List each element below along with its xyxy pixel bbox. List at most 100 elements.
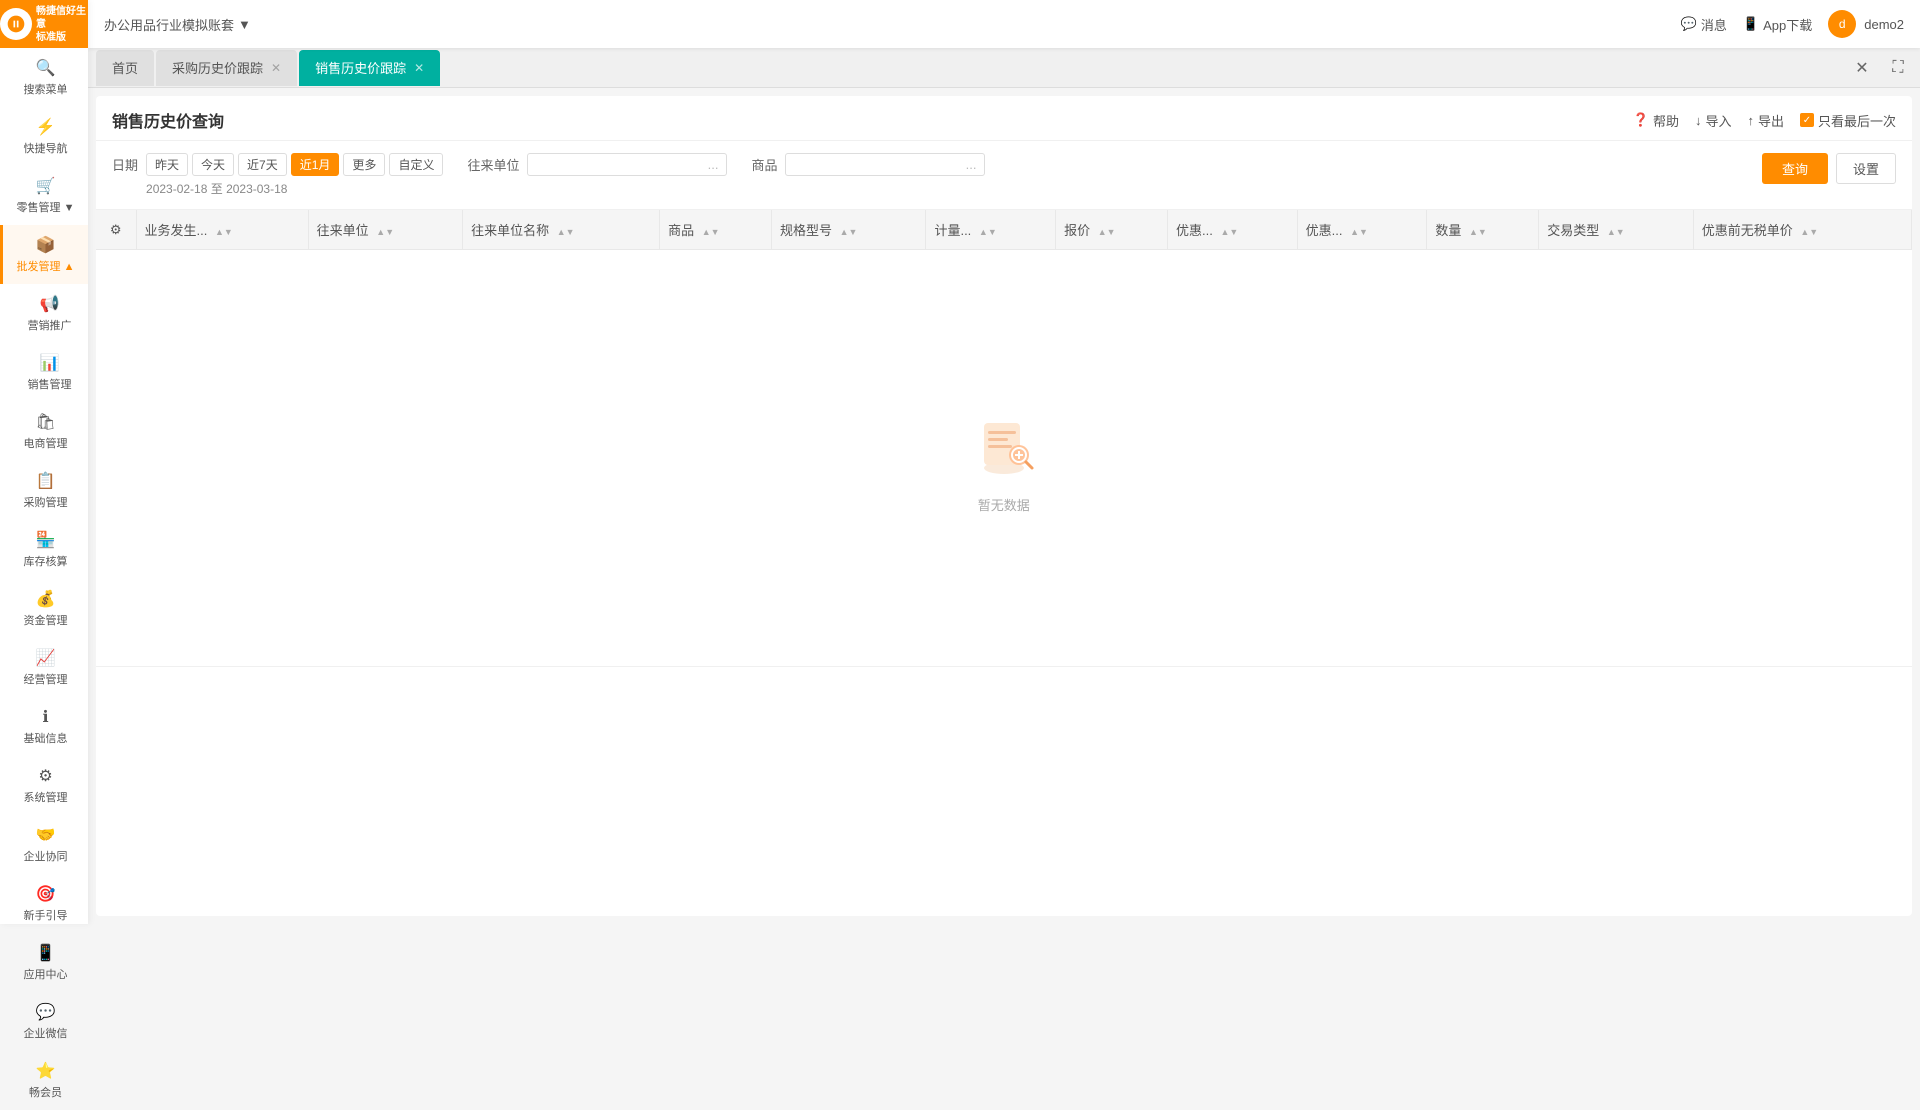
system-icon: ⚙: [38, 766, 52, 786]
date-btn-custom[interactable]: 自定义: [389, 153, 443, 176]
close-purchase-tab-icon[interactable]: ✕: [271, 61, 281, 75]
checkbox-checked-icon: ✓: [1800, 113, 1814, 127]
table-body: 暂无数据: [96, 250, 1912, 667]
wechat-icon: 💬: [36, 1002, 56, 1022]
sort-discount2-icon: ▲▼: [1350, 227, 1368, 237]
table-header-row: ⚙ 业务发生... ▲▼ 往来单位 ▲▼ 往来单位名称 ▲: [96, 210, 1912, 250]
user-area[interactable]: d demo2: [1828, 10, 1904, 38]
date-btn-1month[interactable]: 近1月: [291, 153, 340, 176]
col-partner-code[interactable]: 往来单位 ▲▼: [308, 210, 462, 250]
sidebar-item-ecommerce[interactable]: 🛍 电商管理: [0, 402, 88, 461]
empty-state-row: 暂无数据: [96, 250, 1912, 667]
partner-input[interactable]: ...: [527, 153, 727, 176]
page-header-actions: ❓ 帮助 ↓ 导入 ↑ 导出 ✓ 只看最后一次: [1633, 111, 1896, 130]
partner-filter-group: 往来单位 ...: [467, 153, 727, 176]
settings-button[interactable]: 设置: [1836, 153, 1896, 184]
data-table: ⚙ 业务发生... ▲▼ 往来单位 ▲▼ 往来单位名称 ▲: [96, 210, 1912, 667]
basic-info-icon: ℹ: [42, 707, 48, 727]
col-biz-date[interactable]: 业务发生... ▲▼: [136, 210, 308, 250]
page-container: 销售历史价查询 ❓ 帮助 ↓ 导入 ↑ 导出 ✓: [96, 96, 1912, 916]
topbar-left: 办公用品行业模拟账套 ▼: [104, 15, 1681, 34]
help-icon: ❓: [1633, 112, 1649, 128]
sidebar-item-marketing[interactable]: 📢 营销推广: [0, 284, 88, 343]
tab-home[interactable]: 首页: [96, 50, 154, 86]
tab-purchase-history[interactable]: 采购历史价跟踪 ✕: [156, 50, 297, 86]
tabbar-actions: ✕ ⛶: [1848, 54, 1912, 82]
sidebar-item-basic-info[interactable]: ℹ 基础信息: [0, 697, 88, 756]
col-discount2[interactable]: 优惠... ▲▼: [1297, 210, 1427, 250]
sidebar-item-search[interactable]: 🔍 搜索菜单: [0, 48, 88, 107]
date-btn-7days[interactable]: 近7天: [238, 153, 287, 176]
sort-spec-icon: ▲▼: [840, 227, 858, 237]
date-label: 日期: [112, 153, 138, 174]
sidebar-item-quick-nav[interactable]: ⚡ 快捷导航: [0, 107, 88, 166]
app-download-button[interactable]: 📱 App下载: [1743, 15, 1812, 34]
sidebar-item-purchase[interactable]: 📋 采购管理: [0, 461, 88, 520]
inventory-icon: 🏪: [36, 530, 56, 550]
sidebar-item-apps[interactable]: 📱 应用中心: [0, 933, 88, 992]
sidebar-item-onboarding[interactable]: 🎯 新手引导: [0, 874, 88, 933]
col-partner-name[interactable]: 往来单位名称 ▲▼: [463, 210, 660, 250]
sort-tax-free-price-icon: ▲▼: [1800, 227, 1818, 237]
operation-icon: 📈: [36, 648, 56, 668]
sort-partner-name-icon: ▲▼: [557, 227, 575, 237]
sidebar-item-vip[interactable]: ⭐ 畅会员: [0, 1051, 88, 1110]
sort-unit-icon: ▲▼: [979, 227, 997, 237]
main-area: 办公用品行业模拟账套 ▼ 💬 消息 📱 App下载 d demo2 首页 采购历…: [88, 0, 1920, 924]
maximize-button[interactable]: ⛶: [1884, 54, 1912, 82]
sidebar-item-wholesale[interactable]: 📦 批发管理 ▲: [0, 225, 88, 284]
col-unit[interactable]: 计量... ▲▼: [926, 210, 1056, 250]
partner-input-dots: ...: [708, 157, 719, 172]
product-filter-group: 商品 ...: [751, 153, 985, 176]
message-button[interactable]: 💬 消息: [1681, 15, 1727, 34]
col-spec[interactable]: 规格型号 ▲▼: [772, 210, 926, 250]
sidebar-item-sales-mgmt[interactable]: 📊 销售管理: [0, 343, 88, 402]
date-btn-more[interactable]: 更多: [343, 153, 385, 176]
col-quantity[interactable]: 数量 ▲▼: [1427, 210, 1539, 250]
sort-quantity-icon: ▲▼: [1469, 227, 1487, 237]
close-sales-tab-icon[interactable]: ✕: [414, 61, 424, 75]
sidebar-item-enterprise[interactable]: 🤝 企业协同: [0, 815, 88, 874]
query-button[interactable]: 查询: [1762, 153, 1828, 184]
company-selector[interactable]: 办公用品行业模拟账套 ▼: [104, 15, 255, 34]
col-trade-type[interactable]: 交易类型 ▲▼: [1539, 210, 1693, 250]
wholesale-icon: 📦: [36, 235, 56, 255]
only-last-checkbox[interactable]: ✓ 只看最后一次: [1800, 111, 1896, 130]
sort-biz-date-icon: ▲▼: [215, 227, 233, 237]
sort-partner-icon: ▲▼: [376, 227, 394, 237]
date-filter-group: 日期 昨天 今天 近7天 近1月 更多 自定义 2023-02-18 至 202…: [112, 153, 443, 197]
finance-icon: 💰: [36, 589, 56, 609]
date-btn-today[interactable]: 今天: [192, 153, 234, 176]
quick-nav-icon: ⚡: [36, 117, 56, 137]
sort-price-icon: ▲▼: [1098, 227, 1116, 237]
empty-state: 暂无数据: [104, 258, 1904, 658]
col-product[interactable]: 商品 ▲▼: [660, 210, 772, 250]
product-input[interactable]: ...: [785, 153, 985, 176]
partner-label: 往来单位: [467, 153, 519, 174]
export-icon: ↑: [1747, 113, 1754, 128]
help-button[interactable]: ❓ 帮助: [1633, 111, 1679, 130]
col-discount1[interactable]: 优惠... ▲▼: [1168, 210, 1298, 250]
avatar: d: [1828, 10, 1856, 38]
sidebar-item-system[interactable]: ⚙ 系统管理: [0, 756, 88, 815]
sort-discount1-icon: ▲▼: [1221, 227, 1239, 237]
content-area: 销售历史价查询 ❓ 帮助 ↓ 导入 ↑ 导出 ✓: [88, 88, 1920, 924]
sidebar-item-finance[interactable]: 💰 资金管理: [0, 579, 88, 638]
product-label: 商品: [751, 153, 777, 174]
product-input-dots: ...: [966, 157, 977, 172]
empty-text: 暂无数据: [978, 495, 1030, 514]
tab-sales-history[interactable]: 销售历史价跟踪 ✕: [299, 50, 440, 86]
import-icon: ↓: [1695, 113, 1702, 128]
sidebar-item-operation[interactable]: 📈 经营管理: [0, 638, 88, 697]
col-gear[interactable]: ⚙: [96, 210, 136, 250]
export-button[interactable]: ↑ 导出: [1747, 111, 1784, 130]
sort-product-icon: ▲▼: [702, 227, 720, 237]
sidebar-item-inventory[interactable]: 🏪 库存核算: [0, 520, 88, 579]
col-price[interactable]: 报价 ▲▼: [1056, 210, 1168, 250]
sidebar-item-retail[interactable]: 🛒 零售管理 ▼: [0, 166, 88, 225]
import-button[interactable]: ↓ 导入: [1695, 111, 1732, 130]
col-tax-free-price[interactable]: 优惠前无税单价 ▲▼: [1693, 210, 1911, 250]
close-all-tabs-button[interactable]: ✕: [1848, 54, 1876, 82]
sidebar-item-wechat[interactable]: 💬 企业微信: [0, 992, 88, 1051]
date-btn-yesterday[interactable]: 昨天: [146, 153, 188, 176]
